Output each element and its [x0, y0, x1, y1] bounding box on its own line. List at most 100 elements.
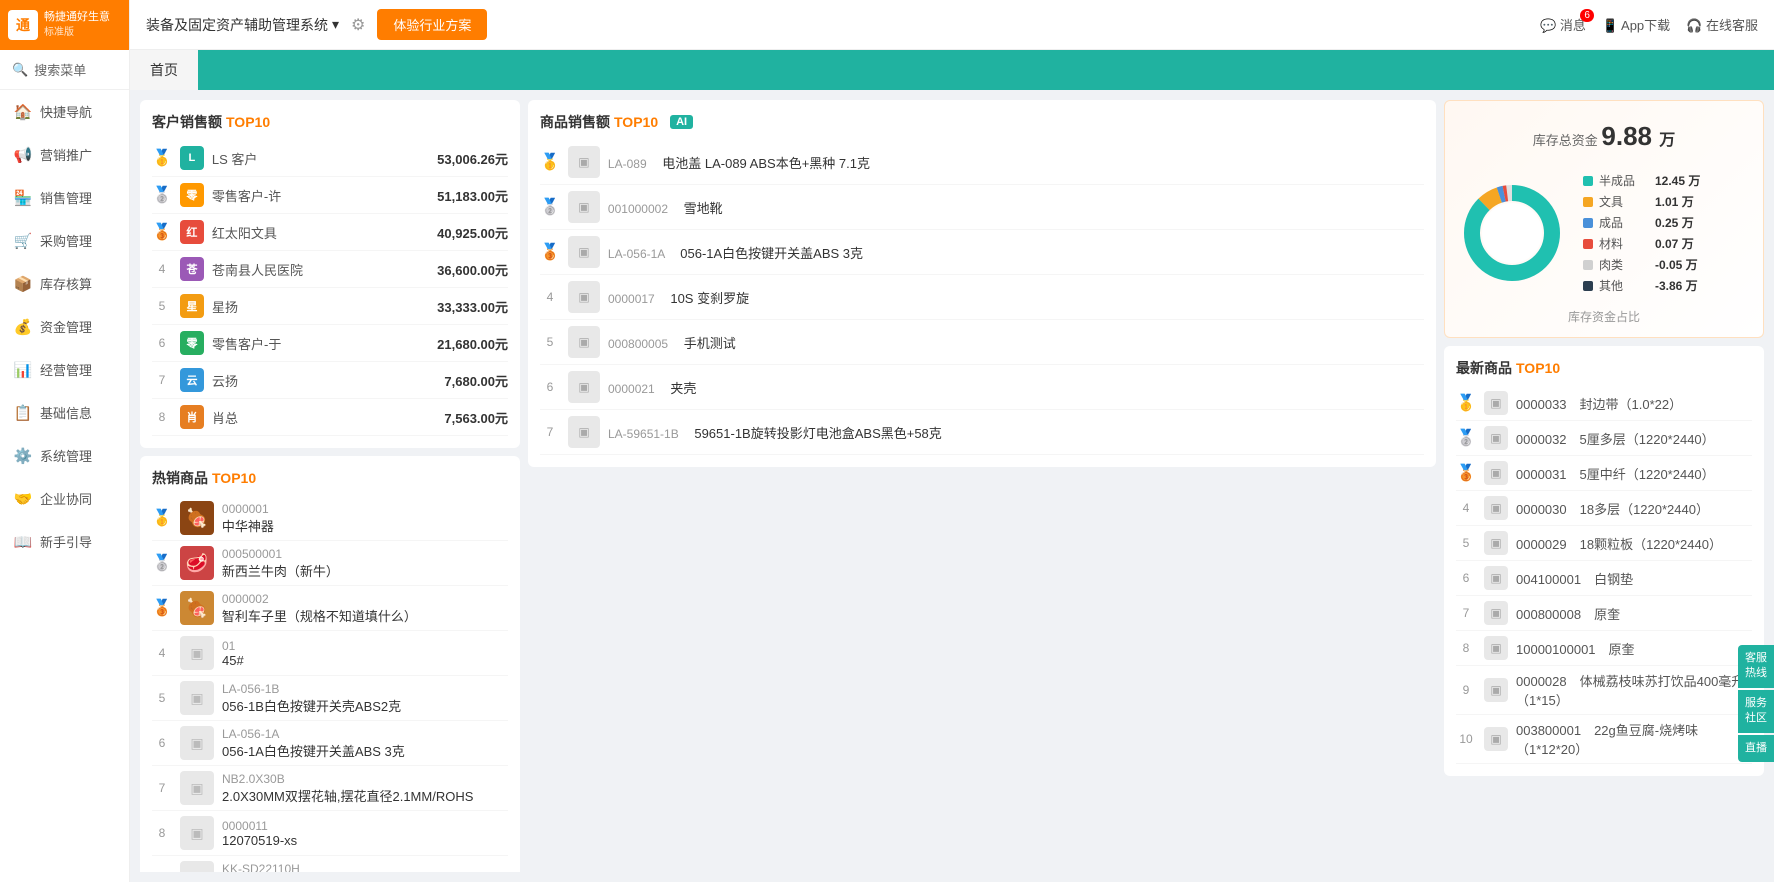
new-product-icon-5: ▣ [1484, 531, 1508, 555]
hot-thumb-9: ▣ [180, 861, 214, 872]
product-info-4: 0000017 10S 变刹罗旋 [608, 288, 1424, 307]
hot-product-info-8: 0000011 12070519-xs [222, 819, 297, 848]
customer-avatar-8: 肖 [180, 405, 204, 429]
baseinfo-icon: 📋 [14, 404, 32, 422]
product-icon-1: ▣ [568, 146, 600, 178]
legend-finished: 成品 0.25 万 [1583, 214, 1700, 231]
online-service-link[interactable]: 🎧 在线客服 [1686, 15, 1758, 34]
rank-item-5: 5 星 星扬 33,333.00元 [152, 288, 508, 325]
hot-product-info-7: NB2.0X30B 2.0X30MM双摆花轴,摆花直径2.1MM/ROHS [222, 772, 473, 805]
customer-avatar-5: 星 [180, 294, 204, 318]
message-badge[interactable]: 💬 6 消息 [1540, 15, 1586, 34]
hot-product-3: 🥉 🍖 0000002 智利车子里（规格不知道填什么） [152, 586, 508, 631]
left-panel: 客户销售额 TOP10 🥇 L LS 客户 53,006.26元 🥈 零 零售客… [140, 100, 520, 872]
sidebar-item-system[interactable]: ⚙️ 系统管理 [0, 434, 129, 477]
sidebar-item-quick-nav[interactable]: 🏠 快捷导航 [0, 90, 129, 133]
new-product-icon-1: ▣ [1484, 391, 1508, 415]
product-info-3: LA-056-1A 056-1A白色按键开关盖ABS 3克 [608, 243, 1424, 262]
rank-item-1: 🥇 L LS 客户 53,006.26元 [152, 140, 508, 177]
new-product-icon-10: ▣ [1484, 727, 1508, 751]
sidebar-item-operations[interactable]: 📊 经营管理 [0, 348, 129, 391]
hot-thumb-4: ▣ [180, 636, 214, 670]
inventory-icon: 📦 [14, 275, 32, 293]
search-icon: 🔍 [12, 62, 28, 78]
product-rank-2: 🥈 ▣ 001000002 雪地靴 [540, 185, 1424, 230]
sidebar-item-base-info[interactable]: 📋 基础信息 [0, 391, 129, 434]
product-icon-5: ▣ [568, 326, 600, 358]
hot-product-5: 5 ▣ LA-056-1B 056-1B白色按键开关壳ABS2克 [152, 676, 508, 721]
product-medal-2: 🥈 [540, 197, 560, 217]
customer-rank-header: 客户销售额 TOP10 [152, 112, 508, 132]
rank-item-2: 🥈 零 零售客户-许 51,183.00元 [152, 177, 508, 214]
purchase-icon: 🛒 [14, 232, 32, 250]
sidebar-logo: 通 畅捷通好生意 标准版 [0, 0, 129, 50]
float-buttons: 客服热线 服务社区 直播 [1738, 645, 1774, 762]
rank-item-3: 🥉 红 红太阳文具 40,925.00元 [152, 214, 508, 251]
sidebar: 通 畅捷通好生意 标准版 🔍 搜索菜单 🏠 快捷导航 📢 营销推广 🏪 销售管理… [0, 0, 130, 882]
product-sales-top10-label: TOP10 [614, 114, 658, 130]
new-product-5: 5 ▣ 0000029 18颗粒板（1220*2440） [1456, 526, 1752, 561]
customer-avatar-7: 云 [180, 368, 204, 392]
try-plan-button[interactable]: 体验行业方案 [377, 9, 487, 40]
customer-avatar-2: 零 [180, 183, 204, 207]
customer-service-button[interactable]: 客服热线 [1738, 645, 1774, 688]
sidebar-item-purchase[interactable]: 🛒 采购管理 [0, 219, 129, 262]
tab-home[interactable]: 首页 [130, 50, 198, 90]
legend-stationery: 文具 1.01 万 [1583, 193, 1700, 210]
hot-product-info-5: LA-056-1B 056-1B白色按键开关壳ABS2克 [222, 682, 401, 715]
hot-product-info-4: 01 45# [222, 639, 244, 668]
inventory-total: 库存总资金 9.88 万 [1457, 113, 1751, 164]
hot-products-top10-label: TOP10 [212, 470, 256, 486]
hot-thumb-3: 🍖 [180, 591, 214, 625]
new-product-medal-1: 🥇 [1456, 393, 1476, 413]
product-rank-1: 🥇 ▣ LA-089 电池盖 LA-089 ABS本色+黑种 7.1克 [540, 140, 1424, 185]
new-product-icon-7: ▣ [1484, 601, 1508, 625]
sidebar-item-inventory[interactable]: 📦 库存核算 [0, 262, 129, 305]
new-product-6: 6 ▣ 004100001 白钢垫 [1456, 561, 1752, 596]
medal-gold-icon: 🥇 [152, 148, 172, 168]
hot-product-1: 🥇 🍖 0000001 中华神器 [152, 496, 508, 541]
hot-products-header: 热销商品 TOP10 [152, 468, 508, 488]
hot-product-4: 4 ▣ 01 45# [152, 631, 508, 676]
sidebar-item-guide[interactable]: 📖 新手引导 [0, 520, 129, 563]
sales-icon: 🏪 [14, 189, 32, 207]
customer-avatar-6: 零 [180, 331, 204, 355]
hot-product-9: 9 ▣ KK-SD22110H 花语萌恒温分罐罐袋（厚款） [152, 856, 508, 872]
direct-button[interactable]: 直播 [1738, 735, 1774, 762]
new-product-medal-2: 🥈 [1456, 428, 1476, 448]
product-info-2: 001000002 雪地靴 [608, 198, 1424, 217]
medal-silver-icon: 🥈 [152, 185, 172, 205]
sidebar-item-sales[interactable]: 🏪 销售管理 [0, 176, 129, 219]
hot-product-info-9: KK-SD22110H 花语萌恒温分罐罐袋（厚款） [222, 862, 391, 873]
rank-item-6: 6 零 零售客户-于 21,680.00元 [152, 325, 508, 362]
hot-product-2: 🥈 🥩 000500001 新西兰牛肉（新牛） [152, 541, 508, 586]
product-icon-3: ▣ [568, 236, 600, 268]
page-content: 客户销售额 TOP10 🥇 L LS 客户 53,006.26元 🥈 零 零售客… [130, 90, 1774, 882]
sidebar-item-marketing[interactable]: 📢 营销推广 [0, 133, 129, 176]
service-community-button[interactable]: 服务社区 [1738, 690, 1774, 733]
hot-medal-1: 🥇 [152, 508, 172, 528]
sidebar-item-collab[interactable]: 🤝 企业协同 [0, 477, 129, 520]
hot-thumb-1: 🍖 [180, 501, 214, 535]
marketing-icon: 📢 [14, 146, 32, 164]
hot-product-6: 6 ▣ LA-056-1A 056-1A白色按键开关盖ABS 3克 [152, 721, 508, 766]
topbar-right: 💬 6 消息 📱 App下载 🎧 在线客服 [1540, 15, 1758, 34]
new-product-4: 4 ▣ 0000030 18多层（1220*2440） [1456, 491, 1752, 526]
new-product-icon-2: ▣ [1484, 426, 1508, 450]
product-medal-3: 🥉 [540, 242, 560, 262]
system-selector[interactable]: 装备及固定资产辅助管理系统 ▾ [146, 15, 339, 35]
sidebar-item-finance[interactable]: 💰 资金管理 [0, 305, 129, 348]
search-menu[interactable]: 🔍 搜索菜单 [0, 50, 129, 90]
settings-icon[interactable]: ⚙ [351, 15, 365, 35]
message-count: 6 [1580, 9, 1594, 22]
hot-thumb-8: ▣ [180, 816, 214, 850]
system-icon: ⚙️ [14, 447, 32, 465]
guide-icon: 📖 [14, 533, 32, 551]
phone-icon: 📱 [1602, 18, 1618, 33]
new-product-icon-9: ▣ [1484, 678, 1508, 702]
hot-medal-2: 🥈 [152, 553, 172, 573]
search-menu-label: 搜索菜单 [34, 60, 86, 79]
main-area: 装备及固定资产辅助管理系统 ▾ ⚙ 体验行业方案 💬 6 消息 📱 App下载 … [130, 0, 1774, 882]
app-download-link[interactable]: 📱 App下载 [1602, 15, 1670, 34]
product-info-1: LA-089 电池盖 LA-089 ABS本色+黑种 7.1克 [608, 153, 1424, 172]
